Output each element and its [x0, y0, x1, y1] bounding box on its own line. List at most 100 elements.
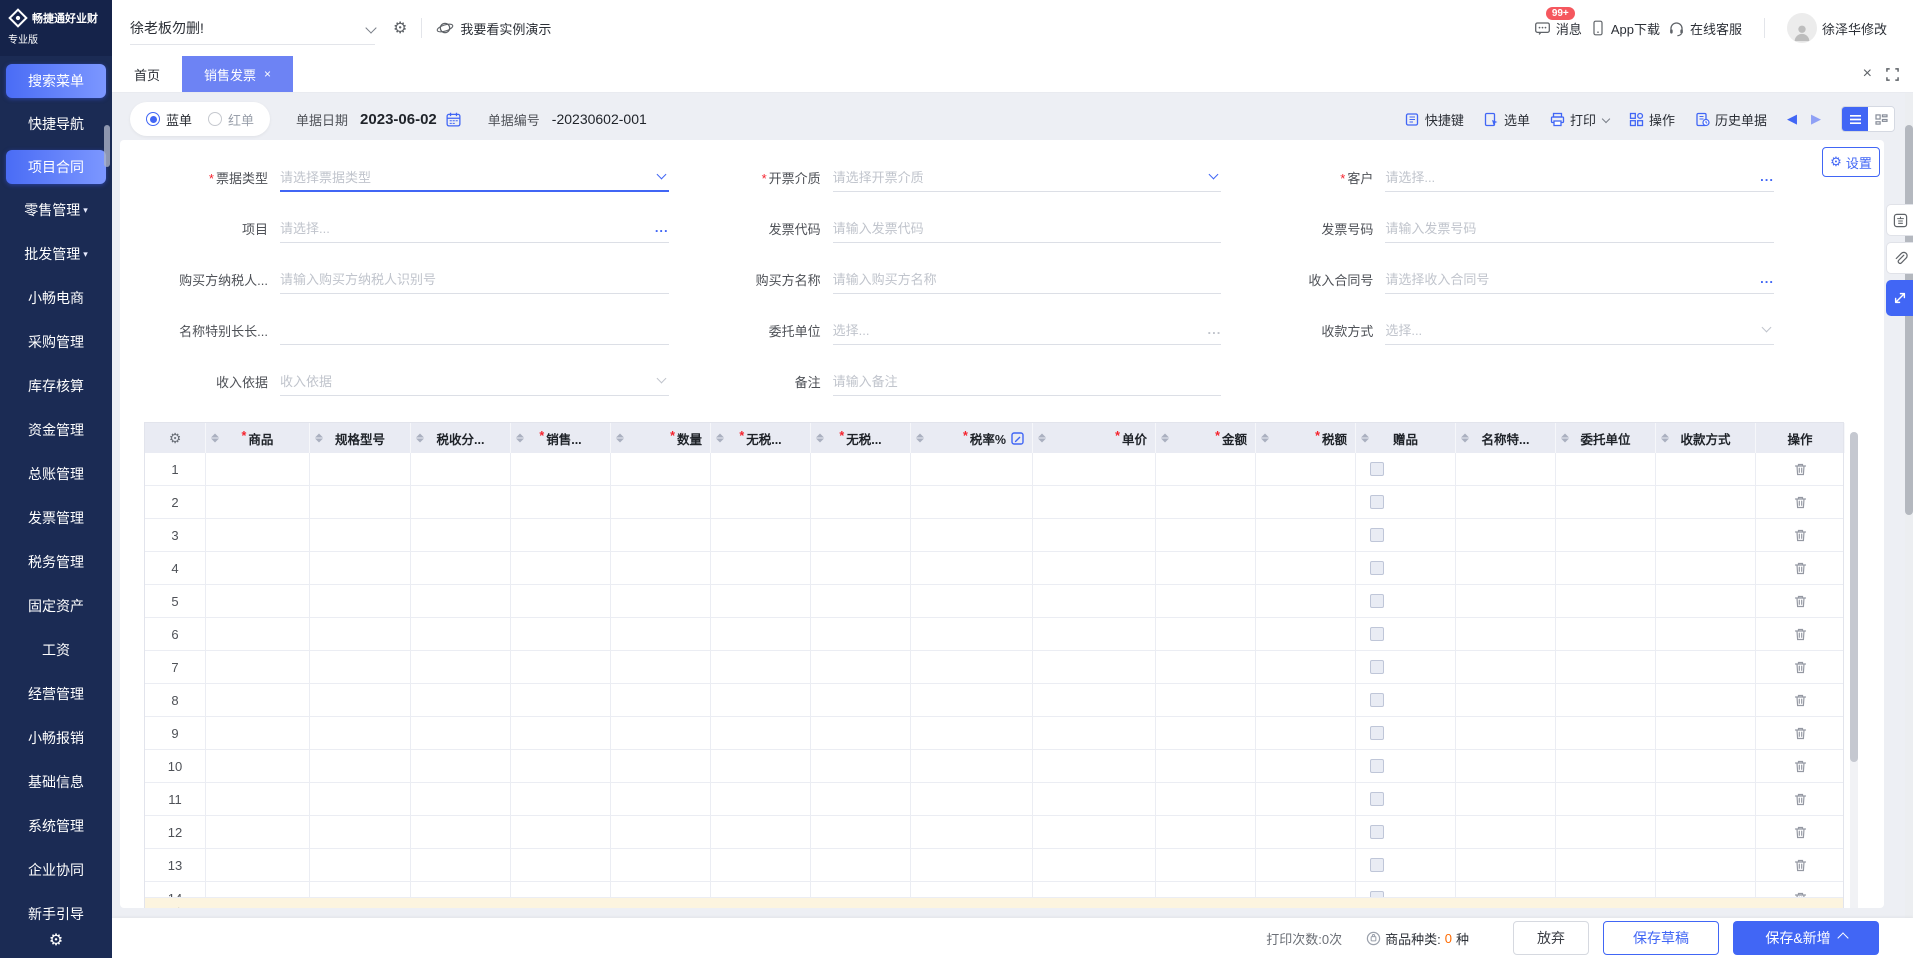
cell[interactable] — [1456, 453, 1556, 486]
close-tabs-icon[interactable]: × — [1863, 66, 1872, 82]
gift-checkbox[interactable] — [1370, 495, 1384, 509]
sort-up-icon[interactable] — [816, 433, 824, 438]
cell[interactable] — [1256, 882, 1356, 897]
sidebar-item-企业协同[interactable]: 企业协同 — [0, 848, 112, 892]
cell[interactable] — [811, 684, 911, 717]
cell[interactable] — [1756, 651, 1843, 684]
cell[interactable] — [511, 750, 611, 783]
column-header-数量[interactable]: * 数量 — [611, 423, 711, 453]
delete-row-trash-icon[interactable] — [1793, 627, 1808, 642]
cell[interactable] — [310, 552, 411, 585]
cell[interactable] — [1256, 486, 1356, 519]
cell[interactable] — [1156, 783, 1256, 816]
cell[interactable] — [1756, 618, 1843, 651]
sidebar-item-零售管理[interactable]: 零售管理 ▾ — [0, 188, 112, 232]
sort-down-icon[interactable] — [211, 438, 219, 443]
field-input[interactable]: 请选择...... — [280, 213, 669, 243]
sidebar-item-资金管理[interactable]: 资金管理 — [0, 408, 112, 452]
delete-row-trash-icon[interactable] — [1793, 561, 1808, 576]
cell[interactable] — [1356, 750, 1456, 783]
delete-row-trash-icon[interactable] — [1793, 594, 1808, 609]
sort-icons[interactable] — [211, 433, 219, 443]
column-header-无税...[interactable]: * 无税... — [711, 423, 811, 453]
gift-checkbox[interactable] — [1370, 462, 1384, 476]
sidebar-scrollbar[interactable] — [104, 125, 110, 167]
expand-panel-button[interactable] — [1886, 280, 1913, 316]
column-header-委托单位[interactable]: 委托单位 — [1556, 423, 1656, 453]
sort-icons[interactable] — [916, 433, 924, 443]
cell[interactable] — [811, 750, 911, 783]
cell[interactable] — [1456, 486, 1556, 519]
gift-checkbox[interactable] — [1370, 693, 1384, 707]
chevron-down-icon[interactable] — [1208, 169, 1219, 180]
cell[interactable] — [1656, 750, 1756, 783]
gift-checkbox[interactable] — [1370, 627, 1384, 641]
cell[interactable] — [911, 651, 1033, 684]
cell[interactable] — [811, 717, 911, 750]
sort-up-icon[interactable] — [1561, 433, 1569, 438]
field-input[interactable]: 请输入购买方纳税人识别号 — [280, 264, 669, 294]
cell[interactable] — [206, 552, 310, 585]
sort-up-icon[interactable] — [1161, 433, 1169, 438]
sort-icons[interactable] — [516, 433, 524, 443]
cell[interactable] — [1033, 486, 1156, 519]
sort-icons[interactable] — [1361, 433, 1369, 443]
cell[interactable] — [1756, 552, 1843, 585]
cell[interactable] — [1556, 552, 1656, 585]
cell[interactable] — [1156, 486, 1256, 519]
user-menu[interactable]: 徐泽华修改 — [1786, 13, 1887, 43]
cell[interactable] — [911, 717, 1033, 750]
cell[interactable] — [1456, 882, 1556, 897]
cell[interactable] — [911, 486, 1033, 519]
cell[interactable] — [1033, 882, 1156, 897]
cell[interactable] — [411, 519, 511, 552]
sidebar-item-采购管理[interactable]: 采购管理 — [0, 320, 112, 364]
field-input[interactable]: 选择... — [1385, 315, 1774, 345]
cell[interactable] — [1456, 651, 1556, 684]
cell[interactable] — [611, 453, 711, 486]
cell[interactable] — [911, 618, 1033, 651]
cell[interactable] — [1256, 453, 1356, 486]
cell[interactable] — [310, 618, 411, 651]
cell[interactable] — [206, 783, 310, 816]
cell[interactable] — [1556, 651, 1656, 684]
cell[interactable] — [511, 849, 611, 882]
历史单据-button[interactable]: 历史单据 — [1695, 110, 1767, 129]
cell[interactable] — [1656, 552, 1756, 585]
cell[interactable] — [310, 816, 411, 849]
column-header-金额[interactable]: * 金额 — [1156, 423, 1256, 453]
cell[interactable] — [411, 849, 511, 882]
cell[interactable] — [1556, 849, 1656, 882]
cell[interactable] — [1256, 519, 1356, 552]
ellipsis-picker-icon[interactable]: ... — [655, 221, 669, 234]
field-input[interactable] — [280, 315, 669, 345]
cell[interactable] — [411, 486, 511, 519]
cell[interactable] — [511, 651, 611, 684]
cell[interactable] — [811, 585, 911, 618]
cell[interactable] — [411, 783, 511, 816]
cell[interactable] — [310, 519, 411, 552]
field-input[interactable]: 请选择...... — [1385, 162, 1774, 192]
delete-row-trash-icon[interactable] — [1793, 858, 1808, 873]
sort-down-icon[interactable] — [315, 438, 323, 443]
cell[interactable] — [310, 453, 411, 486]
sort-down-icon[interactable] — [1561, 438, 1569, 443]
cell[interactable] — [1156, 750, 1256, 783]
sort-icons[interactable] — [315, 433, 323, 443]
cell[interactable] — [206, 651, 310, 684]
cell[interactable] — [1456, 684, 1556, 717]
cell[interactable] — [1556, 453, 1656, 486]
red-invoice-radio[interactable]: 红单 — [208, 110, 254, 129]
cell[interactable] — [1156, 519, 1256, 552]
gift-checkbox[interactable] — [1370, 792, 1384, 806]
field-input[interactable]: 请选择开票介质 — [832, 162, 1222, 192]
cell[interactable] — [1033, 849, 1156, 882]
calendar-icon[interactable] — [445, 111, 462, 128]
sort-down-icon[interactable] — [516, 438, 524, 443]
cell[interactable] — [611, 717, 711, 750]
sort-icons[interactable] — [616, 433, 624, 443]
打印-button[interactable]: 打印 — [1550, 110, 1611, 129]
cell[interactable] — [1356, 684, 1456, 717]
column-header-税率%[interactable]: * 税率% — [911, 423, 1033, 453]
cell[interactable] — [1556, 684, 1656, 717]
